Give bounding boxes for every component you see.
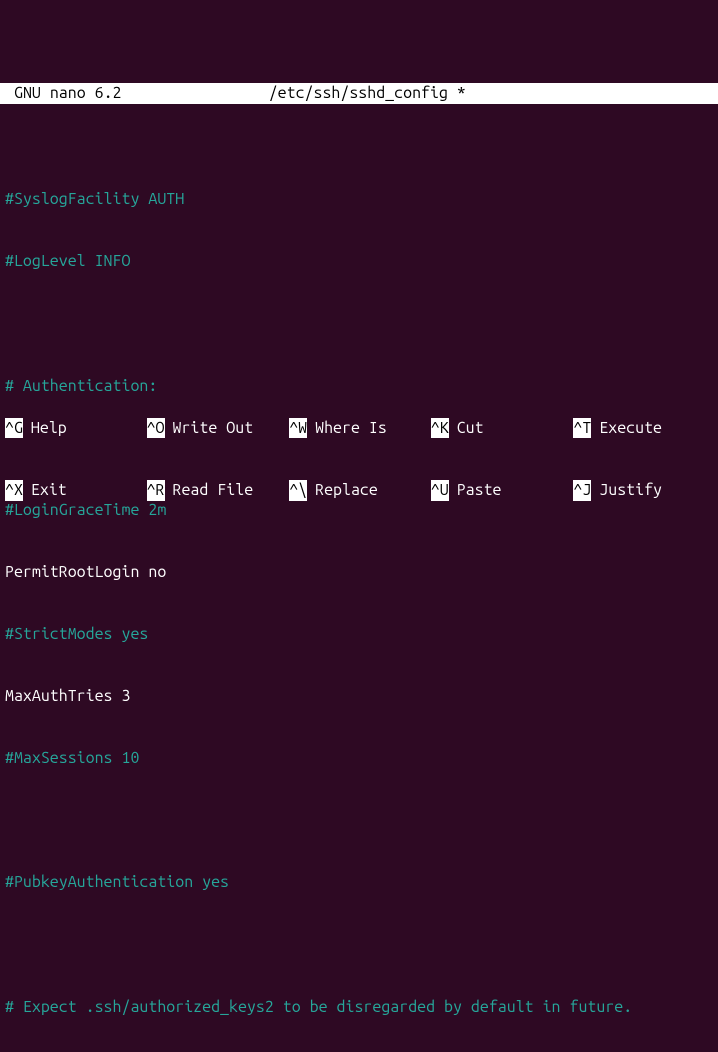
app-name: GNU nano 6.2 — [0, 83, 122, 104]
config-line: #PubkeyAuthentication yes — [5, 872, 713, 893]
config-line: #StrictModes yes — [5, 624, 713, 645]
blank-line — [5, 935, 713, 956]
keybind-whereis[interactable]: ^WWhere Is — [289, 418, 431, 439]
keybind-help[interactable]: ^GHelp — [5, 418, 147, 439]
keybind-row: ^GHelp ^OWrite Out ^WWhere Is ^KCut ^TEx… — [5, 418, 713, 439]
blank-line — [5, 314, 713, 335]
config-line: #LogLevel INFO — [5, 251, 713, 272]
config-line: # Expect .ssh/authorized_keys2 to be dis… — [5, 997, 713, 1018]
config-line: PermitRootLogin no — [5, 562, 713, 583]
keybind-replace[interactable]: ^\Replace — [289, 480, 431, 501]
keybind-paste[interactable]: ^UPaste — [431, 480, 574, 501]
keybind-justify[interactable]: ^JJustify — [573, 480, 713, 501]
keybind-row: ^XExit ^RRead File ^\Replace ^UPaste ^JJ… — [5, 480, 713, 501]
keybind-writeout[interactable]: ^OWrite Out — [147, 418, 290, 439]
title-bar: GNU nano 6.2 /etc/ssh/sshd_config * — [0, 83, 718, 104]
file-path: /etc/ssh/sshd_config * — [122, 83, 718, 104]
blank-line — [5, 810, 713, 831]
config-line: MaxAuthTries 3 — [5, 686, 713, 707]
keybind-exit[interactable]: ^XExit — [5, 480, 147, 501]
keybind-bar: ^GHelp ^OWrite Out ^WWhere Is ^KCut ^TEx… — [5, 376, 713, 522]
keybind-execute[interactable]: ^TExecute — [573, 418, 713, 439]
config-line: #MaxSessions 10 — [5, 748, 713, 769]
editor-content[interactable]: #SyslogFacility AUTH #LogLevel INFO # Au… — [0, 146, 718, 1052]
keybind-readfile[interactable]: ^RRead File — [147, 480, 290, 501]
config-line: #SyslogFacility AUTH — [5, 189, 713, 210]
keybind-cut[interactable]: ^KCut — [431, 418, 574, 439]
